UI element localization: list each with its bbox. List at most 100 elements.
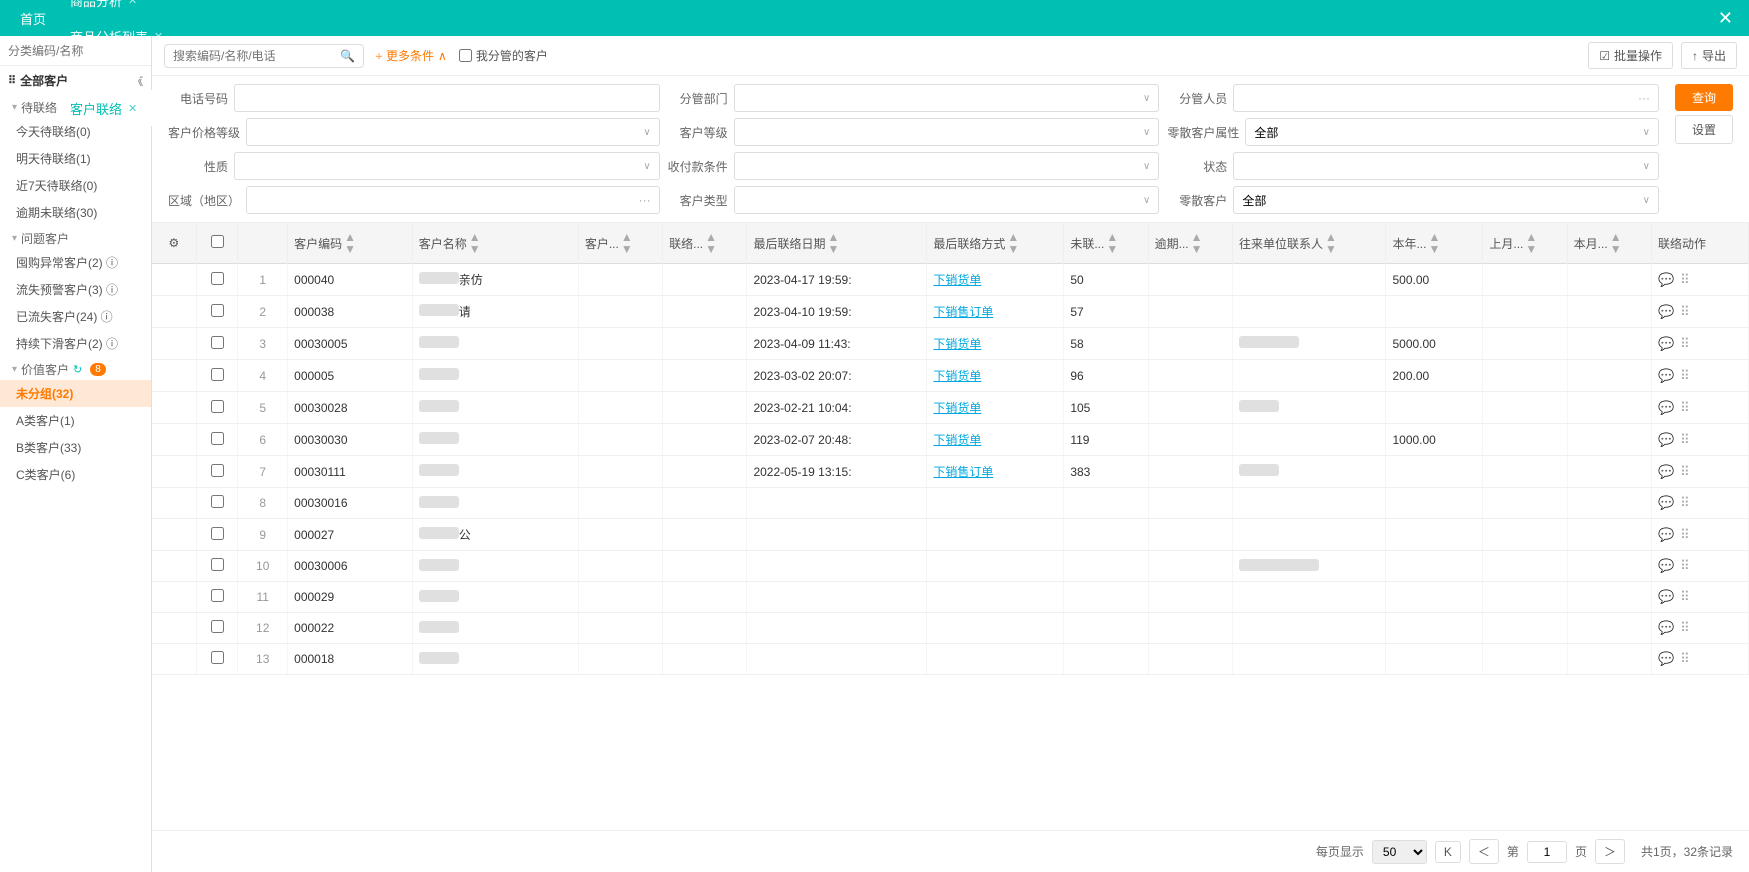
window-close-button[interactable]: ✕: [1710, 8, 1741, 29]
export-button[interactable]: ↑ 导出: [1681, 42, 1737, 69]
first-page-button[interactable]: K: [1435, 841, 1461, 863]
row-checkbox[interactable]: [196, 264, 238, 296]
per-page-select[interactable]: 50 100 200: [1372, 840, 1427, 864]
sidebar-item-b-class[interactable]: B类客户(33): [0, 434, 151, 461]
attr-select[interactable]: 全部∨: [1245, 118, 1659, 146]
select-all-checkbox[interactable]: [211, 235, 224, 248]
chat-icon[interactable]: 💬: [1658, 432, 1674, 448]
chat-icon[interactable]: 💬: [1658, 368, 1674, 384]
more-icon[interactable]: ⠿: [1680, 558, 1690, 574]
row-method-link[interactable]: 下销货单: [933, 273, 981, 287]
row-method-link[interactable]: 下销售订单: [933, 465, 993, 479]
sidebar-item-7days[interactable]: 近7天待联络(0): [0, 172, 151, 199]
nav-tab-商品分析[interactable]: 商品分析✕: [58, 0, 175, 18]
th-no-contact[interactable]: 未联...▲▼: [1064, 223, 1148, 264]
tab-close-icon[interactable]: ✕: [154, 66, 163, 79]
more-icon[interactable]: ⠿: [1680, 527, 1690, 543]
batch-ops-button[interactable]: ☑ 批量操作: [1588, 42, 1673, 69]
th-last-date[interactable]: 最后联络日期▲▼: [747, 223, 927, 264]
row-checkbox[interactable]: [196, 392, 238, 424]
more-icon[interactable]: ⠿: [1680, 432, 1690, 448]
sidebar-item-ungroup[interactable]: 未分组(32): [0, 380, 151, 407]
th-type[interactable]: 客户...▲▼: [578, 223, 662, 264]
chat-icon[interactable]: 💬: [1658, 589, 1674, 605]
row-checkbox[interactable]: [196, 488, 238, 519]
row-checkbox[interactable]: [196, 582, 238, 613]
row-checkbox[interactable]: [196, 456, 238, 488]
tab-close-icon[interactable]: ✕: [128, 0, 137, 7]
sidebar-item-a-class[interactable]: A类客户(1): [0, 407, 151, 434]
sidebar-item-overdue[interactable]: 逾期未联络(30): [0, 199, 151, 226]
th-last-method[interactable]: 最后联络方式▲▼: [927, 223, 1064, 264]
row-checkbox[interactable]: [196, 644, 238, 675]
settings-icon[interactable]: ⚙: [169, 236, 180, 250]
more-icon[interactable]: ⠿: [1680, 400, 1690, 416]
th-code[interactable]: 客户编码▲▼: [288, 223, 413, 264]
row-checkbox[interactable]: [196, 613, 238, 644]
my-customers-check[interactable]: [459, 49, 472, 62]
row-method-link[interactable]: 下销售订单: [933, 305, 993, 319]
more-icon[interactable]: ⠿: [1680, 368, 1690, 384]
chat-icon[interactable]: 💬: [1658, 495, 1674, 511]
chat-icon[interactable]: 💬: [1658, 620, 1674, 636]
sidebar-item-tomorrow[interactable]: 明天待联络(1): [0, 145, 151, 172]
th-overdue[interactable]: 逾期...▲▼: [1148, 223, 1232, 264]
th-name[interactable]: 客户名称▲▼: [412, 223, 578, 264]
region-select[interactable]: ···: [246, 186, 660, 214]
prev-page-button[interactable]: ＜: [1469, 839, 1499, 864]
more-icon[interactable]: ⠿: [1680, 495, 1690, 511]
nav-tab-商品分析列表[interactable]: 商品分析列表✕: [58, 18, 175, 54]
search-input[interactable]: [173, 49, 334, 63]
sidebar-item-c-class[interactable]: C类客户(6): [0, 461, 151, 488]
query-button[interactable]: 查询: [1675, 84, 1733, 111]
th-this-year[interactable]: 本年...▲▼: [1386, 223, 1483, 264]
tab-close-icon[interactable]: ✕: [128, 102, 137, 115]
row-checkbox[interactable]: [196, 360, 238, 392]
loose-select[interactable]: 全部∨: [1233, 186, 1659, 214]
row-method-link[interactable]: 下销货单: [933, 337, 981, 351]
row-checkbox[interactable]: [196, 551, 238, 582]
sidebar-item-declining[interactable]: 持续下滑客户(2) ⓘ: [0, 330, 151, 357]
sidebar-item-churned[interactable]: 已流失客户(24) ⓘ: [0, 303, 151, 330]
nav-home[interactable]: 首页: [8, 9, 58, 28]
phone-input[interactable]: [234, 84, 660, 112]
chat-icon[interactable]: 💬: [1658, 400, 1674, 416]
row-checkbox[interactable]: [196, 296, 238, 328]
th-contact[interactable]: 联络...▲▼: [663, 223, 747, 264]
nav-tab-客户分层经客[interactable]: 客户分层经客✕: [58, 54, 175, 90]
more-icon[interactable]: ⠿: [1680, 589, 1690, 605]
nature-select[interactable]: ∨: [234, 152, 660, 180]
sidebar-item-abnormal[interactable]: 囤购异常客户(2) ⓘ: [0, 249, 151, 276]
more-icon[interactable]: ⠿: [1680, 272, 1690, 288]
row-checkbox[interactable]: [196, 424, 238, 456]
th-unit-contact[interactable]: 往来单位联系人▲▼: [1232, 223, 1386, 264]
sidebar-item-churn-warning[interactable]: 流失预警客户(3) ⓘ: [0, 276, 151, 303]
cust-type-select[interactable]: ∨: [734, 186, 1160, 214]
th-settings[interactable]: ⚙: [152, 223, 196, 264]
payment-select[interactable]: ∨: [734, 152, 1160, 180]
page-input[interactable]: [1527, 841, 1567, 863]
chat-icon[interactable]: 💬: [1658, 272, 1674, 288]
level-select[interactable]: ∨: [734, 118, 1160, 146]
tab-close-icon[interactable]: ✕: [154, 30, 163, 43]
status-select[interactable]: ∨: [1233, 152, 1659, 180]
next-page-button[interactable]: ＞: [1595, 839, 1625, 864]
my-customers-checkbox[interactable]: 我分管的客户: [459, 47, 548, 64]
reset-button[interactable]: 设置: [1675, 115, 1733, 144]
more-icon[interactable]: ⠿: [1680, 651, 1690, 667]
chat-icon[interactable]: 💬: [1658, 464, 1674, 480]
chat-icon[interactable]: 💬: [1658, 527, 1674, 543]
more-icon[interactable]: ⠿: [1680, 304, 1690, 320]
refresh-icon[interactable]: ↻: [73, 363, 82, 376]
search-box[interactable]: 🔍: [164, 44, 364, 68]
chat-icon[interactable]: 💬: [1658, 558, 1674, 574]
row-method-link[interactable]: 下销货单: [933, 433, 981, 447]
more-conditions-btn[interactable]: ⧾ 更多条件 ∧: [376, 47, 447, 64]
chat-icon[interactable]: 💬: [1658, 651, 1674, 667]
more-icon[interactable]: ⠿: [1680, 620, 1690, 636]
chat-icon[interactable]: 💬: [1658, 336, 1674, 352]
nav-tab-客户联络[interactable]: 客户联络✕: [58, 90, 175, 126]
th-last-month[interactable]: 上月...▲▼: [1483, 223, 1567, 264]
chat-icon[interactable]: 💬: [1658, 304, 1674, 320]
person-select[interactable]: ···: [1233, 84, 1659, 112]
